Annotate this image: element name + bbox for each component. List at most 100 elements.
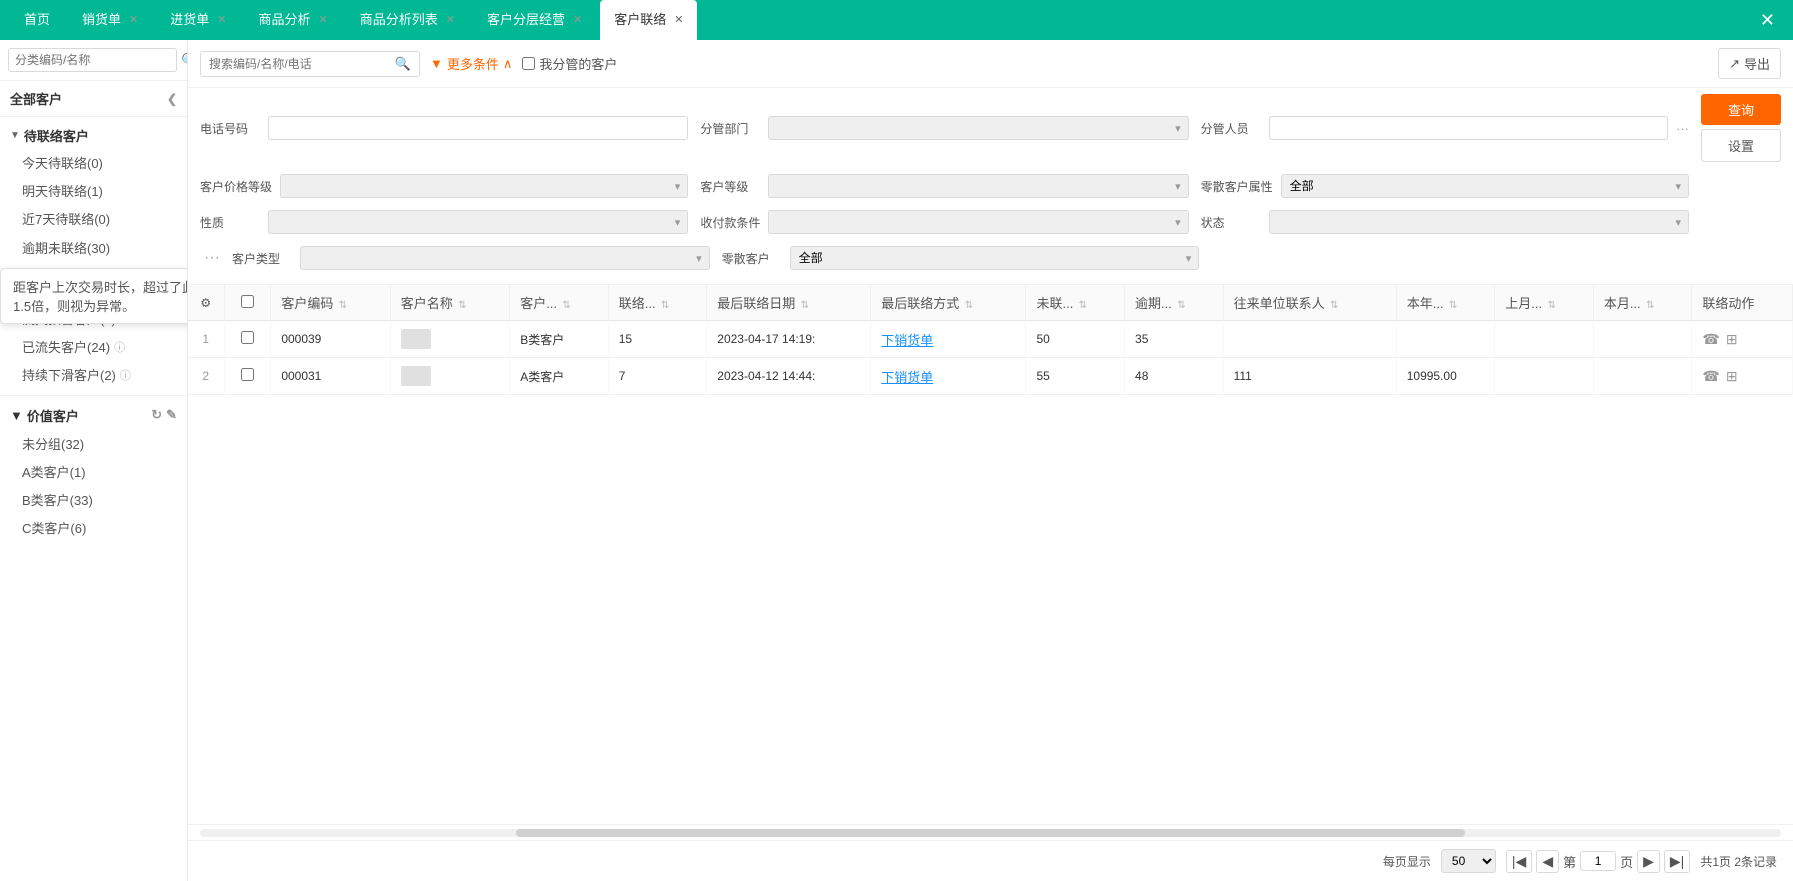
sidebar-item-c-type[interactable]: C类客户(6)	[0, 515, 187, 543]
close-analysis-icon[interactable]: ✕	[319, 0, 328, 40]
close-customer-tier-icon[interactable]: ✕	[573, 0, 582, 40]
horizontal-scrollbar[interactable]	[200, 829, 1781, 837]
last-method-link-1[interactable]: 下销货单	[881, 333, 933, 348]
query-button[interactable]: 查询	[1701, 94, 1781, 125]
nav-tab-customer-tier[interactable]: 客户分层经营 ✕	[473, 0, 596, 40]
next-page-button[interactable]: ▶	[1637, 850, 1660, 873]
table-col-check[interactable]	[224, 285, 271, 321]
close-customer-contact-icon[interactable]: ✕	[674, 0, 683, 40]
row-last-method-1[interactable]: 下销货单	[871, 321, 1026, 358]
pending-group-title[interactable]: ▼ 待联络客户	[0, 121, 187, 150]
retail-attr-select[interactable]: 全部	[1281, 174, 1689, 198]
sort-this-month-icon[interactable]: ⇅	[1646, 300, 1654, 311]
customer-type-select[interactable]	[300, 246, 710, 270]
sidebar-item-overdue[interactable]: 逾期未联络(30)	[0, 235, 187, 263]
pending-arrow-icon: ▼	[10, 130, 20, 141]
value-group-title[interactable]: ▼ 价值客户 ↻ ✎	[0, 400, 187, 431]
main-layout: 🔍 全部客户 ❮ ▼ 待联络客户 今天待联络(0) 明天待联络(1) 近7天待联…	[0, 40, 1793, 881]
sidebar-item-ungrouped[interactable]: 未分组(32)	[0, 431, 187, 459]
nav-tab-customer-contact[interactable]: 客户联络 ✕	[600, 0, 697, 40]
payment-select[interactable]	[768, 210, 1188, 234]
dept-select[interactable]	[768, 116, 1188, 140]
sort-uncontact-icon[interactable]: ⇅	[1079, 300, 1087, 311]
person-more-icon[interactable]: ···	[1676, 121, 1689, 136]
close-analysis-list-icon[interactable]: ✕	[446, 0, 455, 40]
export-button[interactable]: ↗ 导出	[1718, 48, 1781, 79]
more-conditions-button[interactable]: ▼ 更多条件 ∧	[430, 54, 512, 73]
nav-tab-purchase[interactable]: 进货单 ✕	[156, 0, 240, 40]
more-conditions-arrow: ∧	[503, 56, 513, 72]
table-header-row: ⚙ 客户编码 ⇅ 客户名称 ⇅ 客户...	[188, 285, 1793, 321]
sort-code-icon[interactable]: ⇅	[339, 300, 347, 311]
prev-page-button[interactable]: ◀	[1536, 850, 1559, 873]
more-options-button[interactable]: ···	[204, 249, 220, 267]
sort-contacts-icon[interactable]: ⇅	[1330, 300, 1338, 311]
sidebar-item-a-type[interactable]: A类客户(1)	[0, 459, 187, 487]
person-input[interactable]	[1269, 116, 1668, 140]
row-action-1: ☎ ⊞	[1692, 321, 1793, 358]
table-col-gear[interactable]: ⚙	[188, 285, 224, 321]
sort-last-method-icon[interactable]: ⇅	[965, 300, 973, 311]
sidebar-item-b-type[interactable]: B类客户(33)	[0, 487, 187, 515]
price-level-select[interactable]	[280, 174, 688, 198]
sidebar-item-tomorrow[interactable]: 明天待联络(1)	[0, 178, 187, 206]
page-input[interactable]	[1580, 851, 1616, 871]
sidebar-item-declining[interactable]: 持续下滑客户(2) ⓘ	[0, 362, 187, 390]
phone-input[interactable]	[268, 116, 688, 140]
last-method-link-2[interactable]: 下销货单	[881, 370, 933, 385]
row-last-date-2: 2023-04-12 14:44:	[707, 358, 871, 395]
table-col-contact: 联络... ⇅	[608, 285, 707, 321]
nav-tab-analysis-list[interactable]: 商品分析列表 ✕	[346, 0, 469, 40]
sidebar-collapse-icon[interactable]: ❮	[167, 92, 177, 106]
sort-name-icon[interactable]: ⇅	[458, 300, 466, 311]
my-customers-checkbox-wrap[interactable]: 我分管的客户	[522, 54, 617, 73]
gender-cell: 性质	[200, 210, 688, 234]
refresh-icon[interactable]: ↻	[151, 407, 162, 423]
sort-overdue-icon[interactable]: ⇅	[1177, 300, 1185, 311]
row-last-method-2[interactable]: 下销货单	[871, 358, 1026, 395]
sort-last-month-icon[interactable]: ⇅	[1547, 300, 1555, 311]
close-sales-icon[interactable]: ✕	[129, 0, 138, 40]
person-cell: 分管人员 ···	[1201, 116, 1689, 140]
per-page-select[interactable]: 50 100	[1441, 849, 1496, 873]
row-checkbox-1[interactable]	[241, 331, 254, 344]
action-phone-icon-1[interactable]: ☎	[1702, 331, 1719, 348]
first-page-button[interactable]: |◀	[1506, 850, 1532, 873]
window-close-button[interactable]: ✕	[1752, 10, 1783, 31]
search-icon[interactable]: 🔍	[395, 56, 411, 72]
settings-button[interactable]: 设置	[1701, 129, 1781, 162]
action-more-icon-2[interactable]: ⊞	[1726, 368, 1738, 385]
status-select[interactable]	[1269, 210, 1689, 234]
nav-tab-analysis[interactable]: 商品分析 ✕	[244, 0, 341, 40]
scrollbar-thumb[interactable]	[516, 829, 1465, 837]
sort-last-date-icon[interactable]: ⇅	[801, 300, 809, 311]
sidebar-item-already-lost[interactable]: 已流失客户(24) ⓘ	[0, 334, 187, 362]
search-input[interactable]	[209, 57, 389, 71]
row-checkbox-2[interactable]	[241, 368, 254, 381]
sidebar-item-today[interactable]: 今天待联络(0)	[0, 150, 187, 178]
last-page-button[interactable]: ▶|	[1664, 850, 1690, 873]
retail-attr-cell: 零散客户属性 全部	[1201, 174, 1689, 198]
action-phone-icon-2[interactable]: ☎	[1702, 368, 1719, 385]
sidebar-search-input[interactable]	[8, 48, 177, 72]
row-check-1[interactable]	[224, 321, 271, 358]
close-purchase-icon[interactable]: ✕	[217, 0, 226, 40]
customer-level-label: 客户等级	[700, 178, 760, 195]
sort-this-year-icon[interactable]: ⇅	[1449, 300, 1457, 311]
row-check-2[interactable]	[224, 358, 271, 395]
edit-icon[interactable]: ✎	[166, 407, 177, 423]
nav-tab-home[interactable]: 首页	[10, 0, 64, 40]
table-col-contacts: 往来单位联系人 ⇅	[1223, 285, 1396, 321]
sidebar-search-icon[interactable]: 🔍	[181, 52, 188, 69]
retail-customer-select[interactable]: 全部	[790, 246, 1200, 270]
nav-tab-sales[interactable]: 销货单 ✕	[68, 0, 152, 40]
my-customers-checkbox[interactable]	[522, 57, 535, 70]
select-all-checkbox[interactable]	[241, 295, 254, 308]
customer-level-select[interactable]	[768, 174, 1188, 198]
gender-select[interactable]	[268, 210, 688, 234]
sidebar-item-7days[interactable]: 近7天待联络(0)	[0, 206, 187, 234]
row-num-2: 2	[188, 358, 224, 395]
action-more-icon-1[interactable]: ⊞	[1726, 331, 1738, 348]
sort-contact-icon[interactable]: ⇅	[661, 300, 669, 311]
sort-type-icon[interactable]: ⇅	[562, 300, 570, 311]
